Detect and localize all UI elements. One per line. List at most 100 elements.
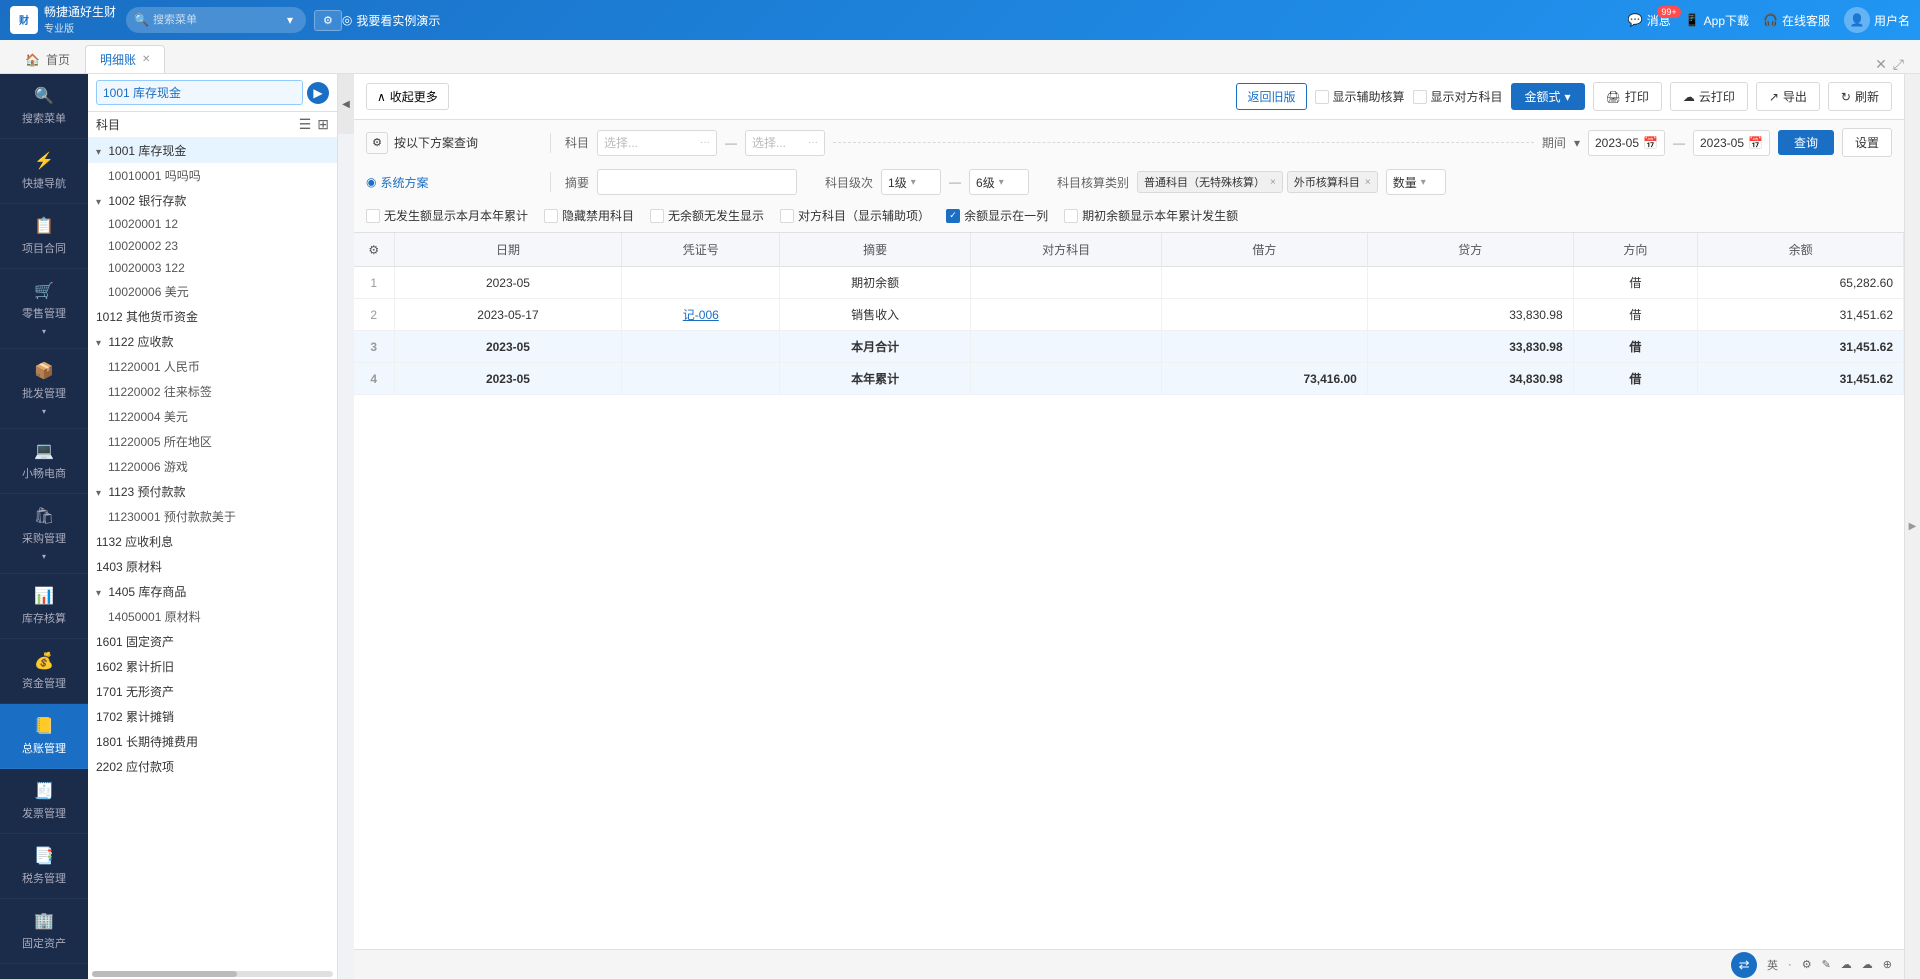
tree-node-1601[interactable]: 1601 固定资产 [88,629,337,654]
home-icon: 🏠 [25,53,40,67]
next-account-btn[interactable]: ▶ [307,82,329,104]
bottom-cloud2-icon[interactable]: ☁ [1862,958,1873,971]
quantity-field[interactable]: 数量 ▾ [1386,169,1446,195]
sidebar-item-project[interactable]: 📋 项目合同 [0,204,88,269]
collapse-more-btn[interactable]: ∧ 收起更多 [366,83,449,110]
tree-node-10020002[interactable]: 10020002 23 [88,235,337,257]
sidebar-item-ecommerce[interactable]: 💻 小畅电商 [0,429,88,494]
return-old-btn[interactable]: 返回旧版 [1236,83,1306,110]
th-settings[interactable]: ⚙ [354,233,394,267]
tree-node-1122[interactable]: ▾ 1122 应收款 [88,329,337,354]
sidebar-item-search[interactable]: 🔍 搜索菜单 [0,74,88,139]
filter-settings-btn[interactable]: 设置 [1842,128,1892,157]
subject-end-input[interactable]: 选择... ··· [745,130,825,156]
period-dropdown[interactable]: ▾ [1574,136,1580,150]
bottom-settings-icon[interactable]: ⚙ [1802,958,1812,971]
collapse-panel-btn[interactable]: ◀ [338,74,354,134]
summary-input[interactable] [597,169,797,195]
switch-btn[interactable]: ⇄ [1731,952,1757,978]
sidebar-item-invoice[interactable]: 🧾 发票管理 [0,769,88,834]
sidebar-item-capital[interactable]: 💰 资金管理 [0,639,88,704]
cb-no-balance[interactable]: 无发生额显示本月本年累计 [366,207,528,224]
tree-node-10010001[interactable]: 10010001 吗吗吗 [88,163,337,188]
columns-icon[interactable]: ☰ [299,116,312,133]
tag-remove-normal[interactable]: × [1270,177,1276,188]
tree-node-10020003[interactable]: 10020003 122 [88,257,337,279]
cloud-print-btn[interactable]: ☁ 云打印 [1670,82,1748,111]
sidebar-item-purchase[interactable]: 🛍 采购管理 ▾ [0,494,88,574]
scheme-icon[interactable]: ⚙ [366,132,388,154]
sidebar-item-tax[interactable]: 📑 税务管理 [0,834,88,899]
cb-one-col[interactable]: ✓ 余额显示在一列 [946,207,1048,224]
settings-btn[interactable]: ⚙ [314,10,342,31]
cb-no-balance2[interactable]: 无余额无发生显示 [650,207,764,224]
tree-node-1602[interactable]: 1602 累计折旧 [88,654,337,679]
sidebar-item-quick-nav[interactable]: ⚡ 快捷导航 [0,139,88,204]
filter-icon[interactable]: ⊞ [317,116,329,133]
lang-label[interactable]: 英 [1767,957,1778,973]
search-box[interactable]: 🔍 ▾ [126,7,306,33]
bottom-cloud-icon[interactable]: ☁ [1841,958,1852,971]
tree-node-10020006[interactable]: 10020006 美元 [88,279,337,304]
row-voucher[interactable]: 记-006 [622,299,780,331]
tree-node-14050001[interactable]: 14050001 原材料 [88,604,337,629]
bottom-add-icon[interactable]: ⊕ [1883,958,1892,971]
dropdown-icon[interactable]: ▾ [287,13,293,27]
cb-year-bal[interactable]: 期初余额显示本年累计发生额 [1064,207,1238,224]
tree-node-11220002[interactable]: 11220002 往来标签 [88,379,337,404]
demo-link[interactable]: ◎ 我要看实例演示 [342,12,441,29]
tree-node-2202[interactable]: 2202 应付款项 [88,754,337,779]
tree-node-11220001[interactable]: 11220001 人民币 [88,354,337,379]
tree-node-1801[interactable]: 1801 长期待摊费用 [88,729,337,754]
tree-node-1132[interactable]: 1132 应收利息 [88,529,337,554]
level-start[interactable]: 1级 ▾ [881,169,941,195]
sidebar-item-retail[interactable]: 🛒 零售管理 ▾ [0,269,88,349]
tree-node-11220005[interactable]: 11220005 所在地区 [88,429,337,454]
sidebar-item-inventory[interactable]: 📊 库存核算 [0,574,88,639]
show-aux-checkbox[interactable]: 显示辅助核算 [1315,88,1405,105]
tab-close-all[interactable]: ✕ [1875,56,1887,73]
message-btn[interactable]: 💬 消息 99+ [1628,12,1671,29]
tree-node-11230001[interactable]: 11230001 预付款款美于 [88,504,337,529]
tree-node-1012[interactable]: 1012 其他货币资金 [88,304,337,329]
tree-node-1001[interactable]: ▾ 1001 库存现金 [88,138,337,163]
sidebar-item-wholesale[interactable]: 📦 批发管理 ▾ [0,349,88,429]
tag-remove-foreign[interactable]: × [1365,177,1371,188]
period-end-input[interactable]: 2023-05 📅 [1693,130,1770,156]
tree-node-1701[interactable]: 1701 无形资产 [88,679,337,704]
tab-detail[interactable]: 明细账 ✕ [85,45,165,73]
search-input[interactable] [153,14,283,26]
export-btn[interactable]: ↗ 导出 [1756,82,1820,111]
tree-node-1123[interactable]: ▾ 1123 预付款款 [88,479,337,504]
refresh-btn[interactable]: ↻ 刷新 [1828,82,1892,111]
tree-node-11220006[interactable]: 11220006 游戏 [88,454,337,479]
tab-close-icon[interactable]: ✕ [142,54,150,65]
bottom-edit-icon[interactable]: ✎ [1822,958,1831,971]
level-end[interactable]: 6级 ▾ [969,169,1029,195]
print-btn[interactable]: 🖨 打印 [1593,82,1662,111]
show-contra-checkbox[interactable]: 显示对方科目 [1413,88,1503,105]
user-profile[interactable]: 👤 用户名 [1844,7,1910,33]
tree-node-11220004[interactable]: 11220004 美元 [88,404,337,429]
sidebar-item-fixed-assets[interactable]: 🏢 固定资产 [0,899,88,964]
online-service-btn[interactable]: 🎧 在线客服 [1763,12,1830,29]
system-scheme-label[interactable]: 系统方案 [380,174,428,191]
app-download-btn[interactable]: 📱 App下载 [1685,12,1749,29]
cb-hide-disabled[interactable]: 隐藏禁用科目 [544,207,634,224]
cb-contra[interactable]: 对方科目（显示辅助项） [780,207,930,224]
query-btn[interactable]: 查询 [1778,130,1834,155]
subject-input[interactable]: 选择... ··· [597,130,717,156]
currency-btn[interactable]: 金额式 ▾ [1511,83,1585,110]
tab-home[interactable]: 🏠 首页 [10,45,85,73]
right-collapse-btn[interactable]: ▶ [1904,74,1920,979]
sidebar-item-payroll[interactable]: 💵 工资 [0,964,88,979]
tab-maximize[interactable]: ⤢ [1893,56,1904,73]
tree-node-1002[interactable]: ▾ 1002 银行存款 [88,188,337,213]
tree-node-1405[interactable]: ▾ 1405 库存商品 [88,579,337,604]
tree-node-1702[interactable]: 1702 累计摊销 [88,704,337,729]
sidebar-item-general-ledger[interactable]: 📒 总账管理 [0,704,88,769]
tree-node-1403[interactable]: 1403 原材料 [88,554,337,579]
tree-node-10020001[interactable]: 10020001 12 [88,213,337,235]
selected-account[interactable]: 1001 库存现金 [96,80,303,105]
period-start-input[interactable]: 2023-05 📅 [1588,130,1665,156]
